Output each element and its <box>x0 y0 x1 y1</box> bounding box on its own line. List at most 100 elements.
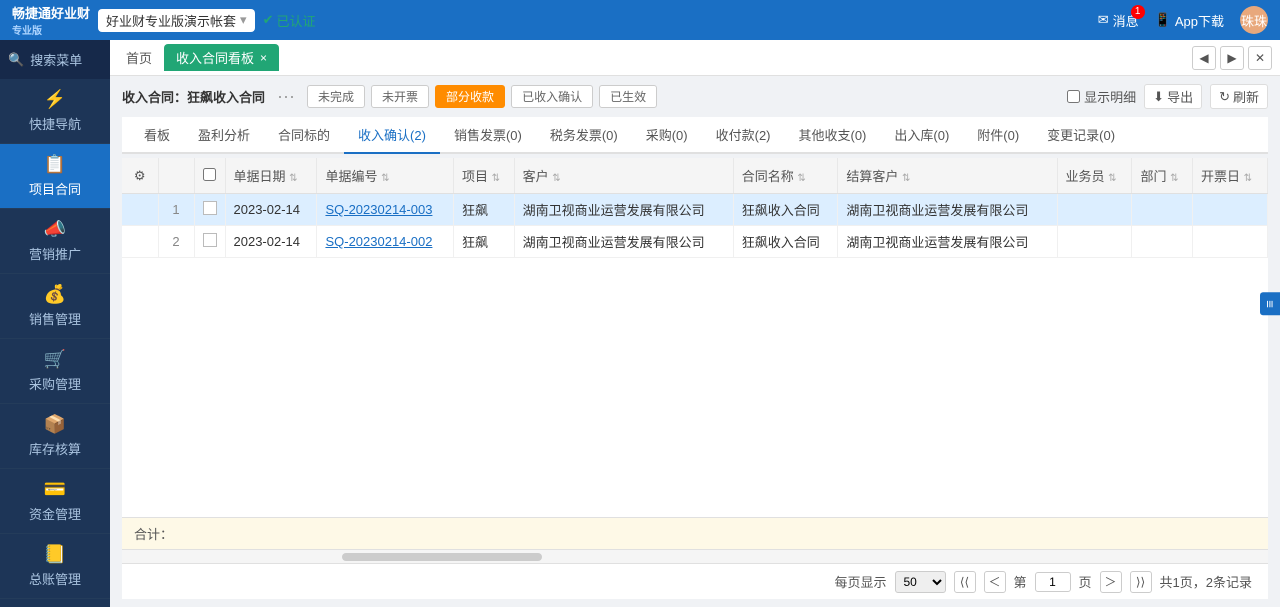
show-detail-label[interactable]: 显示明细 <box>1067 87 1136 106</box>
sidebar-item-sales[interactable]: 💰销售管理 <box>0 274 110 339</box>
row-date-1: 2023-02-14 <box>225 226 317 258</box>
sidebar-item-project[interactable]: 📋项目合同 <box>0 144 110 209</box>
close-tab-icon[interactable]: × <box>260 51 267 65</box>
inner-tab-3[interactable]: 收入确认(2) <box>344 117 440 154</box>
project-icon: 📋 <box>44 154 66 175</box>
inner-tab-2[interactable]: 合同标的 <box>264 117 344 154</box>
inner-tab-8[interactable]: 其他收支(0) <box>785 117 881 154</box>
row-settings-1 <box>122 226 158 258</box>
row-check-0[interactable] <box>194 194 225 226</box>
row-settlement-1: 湖南卫视商业运营发展有限公司 <box>838 226 1057 258</box>
col-invoice-date[interactable]: 开票日 ⇅ <box>1193 158 1268 194</box>
tab-home[interactable]: 首页 <box>118 44 160 71</box>
status-btn-0[interactable]: 未完成 <box>307 85 365 108</box>
inner-tab-11[interactable]: 变更记录(0) <box>1033 117 1129 154</box>
certified-badge: ✔ 已认证 <box>263 11 316 30</box>
sort-contract-icon: ⇅ <box>797 173 805 184</box>
row-project-0: 狂飙 <box>453 194 514 226</box>
tab-prev-button[interactable]: ◀ <box>1192 46 1216 70</box>
sort-settlement-icon: ⇅ <box>902 173 910 184</box>
col-customer[interactable]: 客户 ⇅ <box>514 158 733 194</box>
page-input[interactable] <box>1035 572 1071 592</box>
table-area[interactable]: ⚙ 单据日期 ⇅ 单据编号 ⇅ 项目 ⇅ 客户 ⇅ 合同名称 ⇅ 结算客户 ⇅ … <box>122 158 1268 517</box>
status-btn-3[interactable]: 已收入确认 <box>511 85 593 108</box>
row-contract-0: 狂飙收入合同 <box>733 194 838 226</box>
data-table: ⚙ 单据日期 ⇅ 单据编号 ⇅ 项目 ⇅ 客户 ⇅ 合同名称 ⇅ 结算客户 ⇅ … <box>122 158 1268 258</box>
row-check-1[interactable] <box>194 226 225 258</box>
row-number-0[interactable]: SQ-20230214-003 <box>317 194 454 226</box>
general-icon: 📒 <box>44 544 66 565</box>
export-button[interactable]: ⬇ 导出 <box>1144 84 1202 109</box>
inner-tab-6[interactable]: 采购(0) <box>632 117 702 154</box>
next-page-button[interactable]: ＞ <box>1100 571 1122 593</box>
status-btn-1[interactable]: 未开票 <box>371 85 429 108</box>
refresh-button[interactable]: ↻ 刷新 <box>1210 84 1268 109</box>
sidebar-item-quick-nav[interactable]: ⚡ 快捷导航 <box>0 79 110 144</box>
inner-tabs: 看板盈利分析合同标的收入确认(2)销售发票(0)税务发票(0)采购(0)收付款(… <box>122 117 1268 154</box>
col-number[interactable]: 单据编号 ⇅ <box>317 158 454 194</box>
row-date-0: 2023-02-14 <box>225 194 317 226</box>
top-bar: 畅捷通好业财 专业版 好业财专业版演示帐套 ▾ ✔ 已认证 ✉ 1 消息 📱 A… <box>0 0 1280 40</box>
app-logo: 畅捷通好业财 专业版 <box>12 3 90 37</box>
col-settings-icon[interactable]: ⚙ <box>122 158 158 194</box>
company-selector[interactable]: 好业财专业版演示帐套 ▾ <box>98 9 255 32</box>
sidebar-item-invoice[interactable]: 🧾发票管理 <box>0 599 110 607</box>
inner-tab-10[interactable]: 附件(0) <box>963 117 1033 154</box>
inner-tab-0[interactable]: 看板 <box>130 117 184 154</box>
tab-next-button[interactable]: ▶ <box>1220 46 1244 70</box>
col-salesperson[interactable]: 业务员 ⇅ <box>1057 158 1132 194</box>
row-settings-0 <box>122 194 158 226</box>
sidebar-item-marketing[interactable]: 📣营销推广 <box>0 209 110 274</box>
row-project-1: 狂飙 <box>453 226 514 258</box>
total-info: 共1页，2条记录 <box>1160 572 1252 591</box>
col-contract[interactable]: 合同名称 ⇅ <box>733 158 838 194</box>
sidebar-search[interactable]: 🔍 搜索菜单 <box>0 40 110 79</box>
per-page-label: 每页显示 <box>834 572 886 591</box>
app-download-button[interactable]: 📱 App下载 <box>1155 11 1224 30</box>
horizontal-scrollbar[interactable] <box>122 549 1268 563</box>
contract-actions: 显示明细 ⬇ 导出 ↻ 刷新 <box>1067 84 1268 109</box>
prev-page-button[interactable]: ＜ <box>984 571 1006 593</box>
tab-close-button[interactable]: ✕ <box>1248 46 1272 70</box>
col-project[interactable]: 项目 ⇅ <box>453 158 514 194</box>
col-department[interactable]: 部门 ⇅ <box>1132 158 1193 194</box>
sidebar-item-funds[interactable]: 💳资金管理 <box>0 469 110 534</box>
per-page-select[interactable]: 2050100 <box>895 571 946 593</box>
right-float-button[interactable]: ≡ <box>1260 292 1268 316</box>
inner-tab-1[interactable]: 盈利分析 <box>184 117 264 154</box>
row-contract-1: 狂飙收入合同 <box>733 226 838 258</box>
message-button[interactable]: ✉ 1 消息 <box>1098 11 1139 30</box>
top-bar-right: ✉ 1 消息 📱 App下载 珠珠 <box>1098 6 1268 34</box>
page-label-suffix: 页 <box>1079 572 1092 591</box>
inner-tab-9[interactable]: 出入库(0) <box>880 117 963 154</box>
more-button[interactable]: ··· <box>277 86 295 107</box>
table-row: 1 2023-02-14 SQ-20230214-003 狂飙 湖南卫视商业运营… <box>122 194 1268 226</box>
user-avatar[interactable]: 珠珠 <box>1240 6 1268 34</box>
col-date[interactable]: 单据日期 ⇅ <box>225 158 317 194</box>
col-settlement[interactable]: 结算客户 ⇅ <box>838 158 1057 194</box>
page-content: 收入合同：狂飙收入合同 ··· 未完成未开票部分收款已收入确认已生效 显示明细 … <box>110 76 1280 607</box>
inner-tab-7[interactable]: 收付款(2) <box>702 117 785 154</box>
last-page-button[interactable]: ⟩⟩ <box>1130 571 1152 593</box>
row-number-1[interactable]: SQ-20230214-002 <box>317 226 454 258</box>
sidebar-item-general[interactable]: 📒总账管理 <box>0 534 110 599</box>
inner-tab-5[interactable]: 税务发票(0) <box>536 117 632 154</box>
sort-project-icon: ⇅ <box>492 173 500 184</box>
row-invoicedate-1 <box>1193 226 1268 258</box>
tab-contract-board[interactable]: 收入合同看板 × <box>164 44 279 71</box>
sort-invoicedate-icon: ⇅ <box>1244 173 1252 184</box>
check-icon: ✔ <box>263 12 274 28</box>
quick-nav-icon: ⚡ <box>44 89 66 110</box>
first-page-button[interactable]: ⟨⟨ <box>954 571 976 593</box>
sidebar-item-purchase[interactable]: 🛒采购管理 <box>0 339 110 404</box>
show-detail-checkbox[interactable] <box>1067 90 1080 103</box>
scrollbar-thumb[interactable] <box>342 553 542 561</box>
status-btn-2[interactable]: 部分收款 <box>435 85 505 108</box>
pagination: 每页显示 2050100 ⟨⟨ ＜ 第 页 ＞ ⟩⟩ 共1页，2条记录 <box>122 563 1268 599</box>
inner-tab-4[interactable]: 销售发票(0) <box>440 117 536 154</box>
sidebar-item-inventory[interactable]: 📦库存核算 <box>0 404 110 469</box>
sales-icon: 💰 <box>44 284 66 305</box>
status-btn-4[interactable]: 已生效 <box>599 85 657 108</box>
select-all-checkbox[interactable] <box>203 168 216 181</box>
row-salesperson-0 <box>1057 194 1132 226</box>
